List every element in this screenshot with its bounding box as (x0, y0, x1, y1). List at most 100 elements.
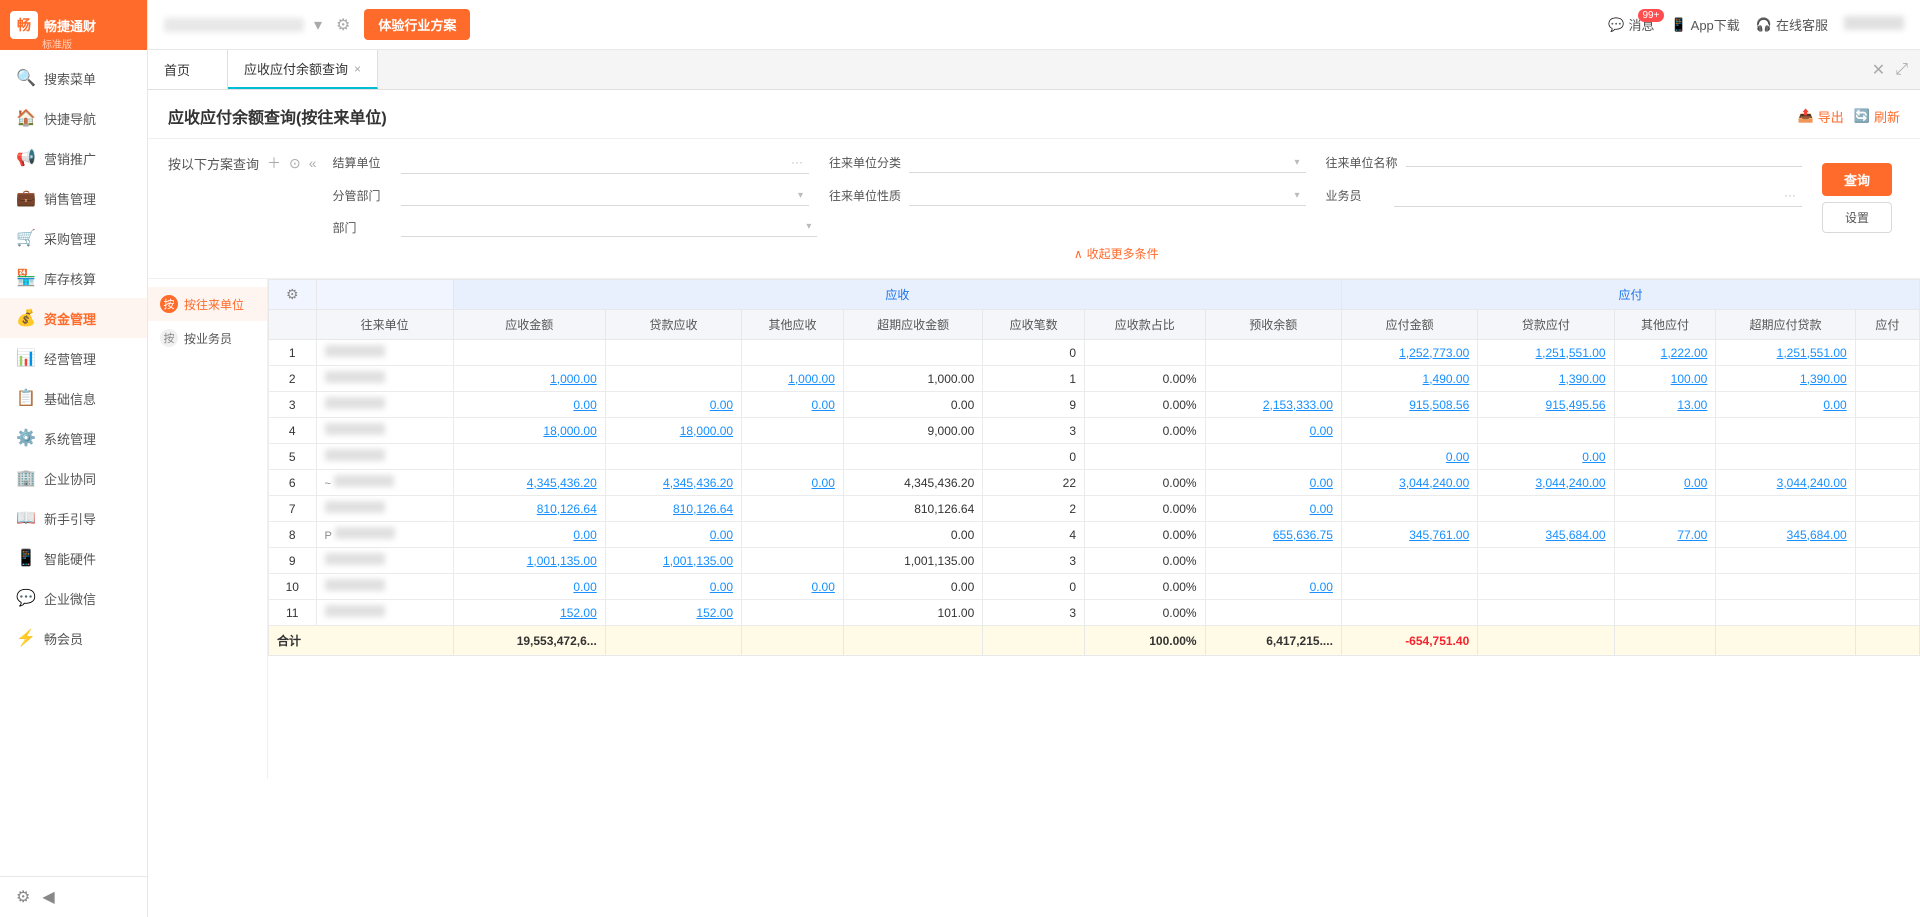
cell-link[interactable]: 1,222.00 (1661, 346, 1708, 360)
cell-link[interactable]: 152.00 (696, 606, 733, 620)
sidebar-item-marketing[interactable]: 📢 营销推广 (0, 138, 147, 178)
sidebar-item-hardware[interactable]: 📱 智能硬件 (0, 538, 147, 578)
cell-link[interactable]: 18,000.00 (543, 424, 596, 438)
cell-link[interactable]: 0.00 (1310, 424, 1333, 438)
cell-link[interactable]: 18,000.00 (680, 424, 733, 438)
sidebar-item-operations[interactable]: 📊 经营管理 (0, 338, 147, 378)
tab-close-all-icon[interactable]: ✕ (1872, 60, 1885, 80)
export-button[interactable]: 📤 导出 (1798, 107, 1844, 126)
cell-link[interactable]: 655,636.75 (1273, 528, 1333, 542)
tab-expand-icon[interactable]: ⤢ (1895, 61, 1908, 79)
table-settings-icon[interactable]: ⚙ (286, 286, 299, 302)
cell-link[interactable]: 0.00 (1310, 476, 1333, 490)
header-dropdown-icon[interactable]: ▾ (314, 15, 322, 35)
filter-collapse[interactable]: ∧ 收起更多条件 (333, 237, 1900, 266)
cell-link[interactable]: 0.00 (1446, 450, 1469, 464)
sidebar-item-system[interactable]: ⚙️ 系统管理 (0, 418, 147, 458)
cell-link[interactable]: 0.00 (812, 476, 835, 490)
cell-link[interactable]: 0.00 (710, 580, 733, 594)
cell-link[interactable]: 1,000.00 (550, 372, 597, 386)
cell-link[interactable]: 1,390.00 (1559, 372, 1606, 386)
cell-link[interactable]: 1,001,135.00 (663, 554, 733, 568)
cell-link[interactable]: 345,761.00 (1409, 528, 1469, 542)
cell-link[interactable]: 0.00 (710, 528, 733, 542)
cell-link[interactable]: 915,495.56 (1546, 398, 1606, 412)
cell-link[interactable]: 3,044,240.00 (1536, 476, 1606, 490)
cell-link[interactable]: 0.00 (1310, 502, 1333, 516)
cell-link[interactable]: 3,044,240.00 (1399, 476, 1469, 490)
cell-link[interactable]: 4,345,436.20 (663, 476, 733, 490)
tab-close-icon[interactable]: × (354, 62, 361, 76)
partner-category-input[interactable]: ▾ (909, 153, 1305, 173)
partner-name-input[interactable] (1406, 158, 1802, 167)
cell-link[interactable]: 0.00 (573, 398, 596, 412)
collapse-scheme-icon[interactable]: « (309, 155, 317, 171)
header-user[interactable] (1844, 16, 1904, 33)
dept-charge-input[interactable]: ▾ (401, 186, 809, 206)
cell-link[interactable]: 3,044,240.00 (1777, 476, 1847, 490)
sidebar-item-enterprise[interactable]: 🏢 企业协同 (0, 458, 147, 498)
footer-ar-total-link[interactable]: 19,553,472,6... (517, 634, 597, 648)
sidebar-item-finance[interactable]: 💰 资金管理 (0, 298, 147, 338)
sidebar-item-member[interactable]: ⚡ 畅会员 (0, 618, 147, 658)
dept-input[interactable]: ▾ (401, 217, 818, 237)
cell-link[interactable]: 0.00 (1684, 476, 1707, 490)
cell-link[interactable]: 0.00 (812, 398, 835, 412)
cell-link[interactable]: 345,684.00 (1546, 528, 1606, 542)
cell-link[interactable]: 810,126.64 (673, 502, 733, 516)
scheme-item-salesperson[interactable]: 按 按业务员 (148, 321, 267, 355)
cell-link[interactable]: 1,252,773.00 (1399, 346, 1469, 360)
cell-link[interactable]: 77.00 (1677, 528, 1707, 542)
cell-link[interactable]: 345,684.00 (1787, 528, 1847, 542)
cell-link[interactable]: 1,001,135.00 (527, 554, 597, 568)
cell-link[interactable]: 0.00 (1823, 398, 1846, 412)
edit-scheme-icon[interactable]: ⊙ (289, 155, 301, 172)
scheme-item-partner[interactable]: 按 按往来单位 (148, 287, 267, 321)
sidebar-item-basic-info[interactable]: 📋 基础信息 (0, 378, 147, 418)
settings-button[interactable]: 设置 (1822, 202, 1892, 233)
cell-link[interactable]: 0.00 (1582, 450, 1605, 464)
cell-link[interactable]: 13.00 (1677, 398, 1707, 412)
cell-link[interactable]: 0.00 (573, 528, 596, 542)
cell-link[interactable]: 0.00 (573, 580, 596, 594)
sidebar-item-wechat[interactable]: 💬 企业微信 (0, 578, 147, 618)
cell-link[interactable]: 1,251,551.00 (1536, 346, 1606, 360)
cell-link[interactable]: 100.00 (1671, 372, 1708, 386)
sidebar-item-sales[interactable]: 💼 销售管理 (0, 178, 147, 218)
cell-link[interactable]: 1,251,551.00 (1777, 346, 1847, 360)
settlement-input[interactable]: ··· (401, 151, 809, 174)
cell-link[interactable]: 810,126.64 (537, 502, 597, 516)
trial-button[interactable]: 体验行业方案 (364, 9, 470, 40)
cell-link[interactable]: 0.00 (812, 580, 835, 594)
cell-link[interactable]: 152.00 (560, 606, 597, 620)
header-online-service[interactable]: 🎧 在线客服 (1756, 15, 1828, 34)
settings-bottom-icon[interactable]: ⚙ (16, 887, 30, 907)
field-settlement-unit: 结算单位 ··· (333, 151, 809, 174)
settlement-label: 结算单位 (333, 154, 393, 171)
cell-link[interactable]: 0.00 (1310, 580, 1333, 594)
salesperson-input[interactable]: ··· (1394, 184, 1802, 207)
sidebar-item-guide[interactable]: 📖 新手引导 (0, 498, 147, 538)
header-message[interactable]: 💬 消息 99+ (1608, 15, 1654, 34)
tab-home[interactable]: 首页 (148, 50, 228, 89)
cell-link[interactable]: 2,153,333.00 (1263, 398, 1333, 412)
header-app-download[interactable]: 📱 App下载 (1670, 15, 1739, 34)
sidebar-item-purchase[interactable]: 🛒 采购管理 (0, 218, 147, 258)
cell-link[interactable]: 4,345,436.20 (527, 476, 597, 490)
footer-ar-ratio: 100.00% (1085, 626, 1206, 656)
sidebar-item-inventory[interactable]: 🏪 库存核算 (0, 258, 147, 298)
cell-link[interactable]: 915,508.56 (1409, 398, 1469, 412)
header-gear-icon[interactable]: ⚙ (332, 11, 354, 39)
add-scheme-icon[interactable]: ＋ (267, 153, 281, 173)
cell-link[interactable]: 1,490.00 (1423, 372, 1470, 386)
refresh-button[interactable]: 🔄 刷新 (1854, 107, 1900, 126)
cell-link[interactable]: 0.00 (710, 398, 733, 412)
collapse-sidebar-icon[interactable]: ◀ (42, 887, 54, 907)
query-button[interactable]: 查询 (1822, 163, 1892, 196)
partner-nature-input[interactable]: ▾ (909, 186, 1305, 206)
tab-ar-query[interactable]: 应收应付余额查询 × (228, 50, 378, 89)
sidebar-item-search-menu[interactable]: 🔍 搜索菜单 (0, 58, 147, 98)
cell-link[interactable]: 1,390.00 (1800, 372, 1847, 386)
sidebar-item-quick-nav[interactable]: 🏠 快捷导航 (0, 98, 147, 138)
cell-link[interactable]: 1,000.00 (788, 372, 835, 386)
